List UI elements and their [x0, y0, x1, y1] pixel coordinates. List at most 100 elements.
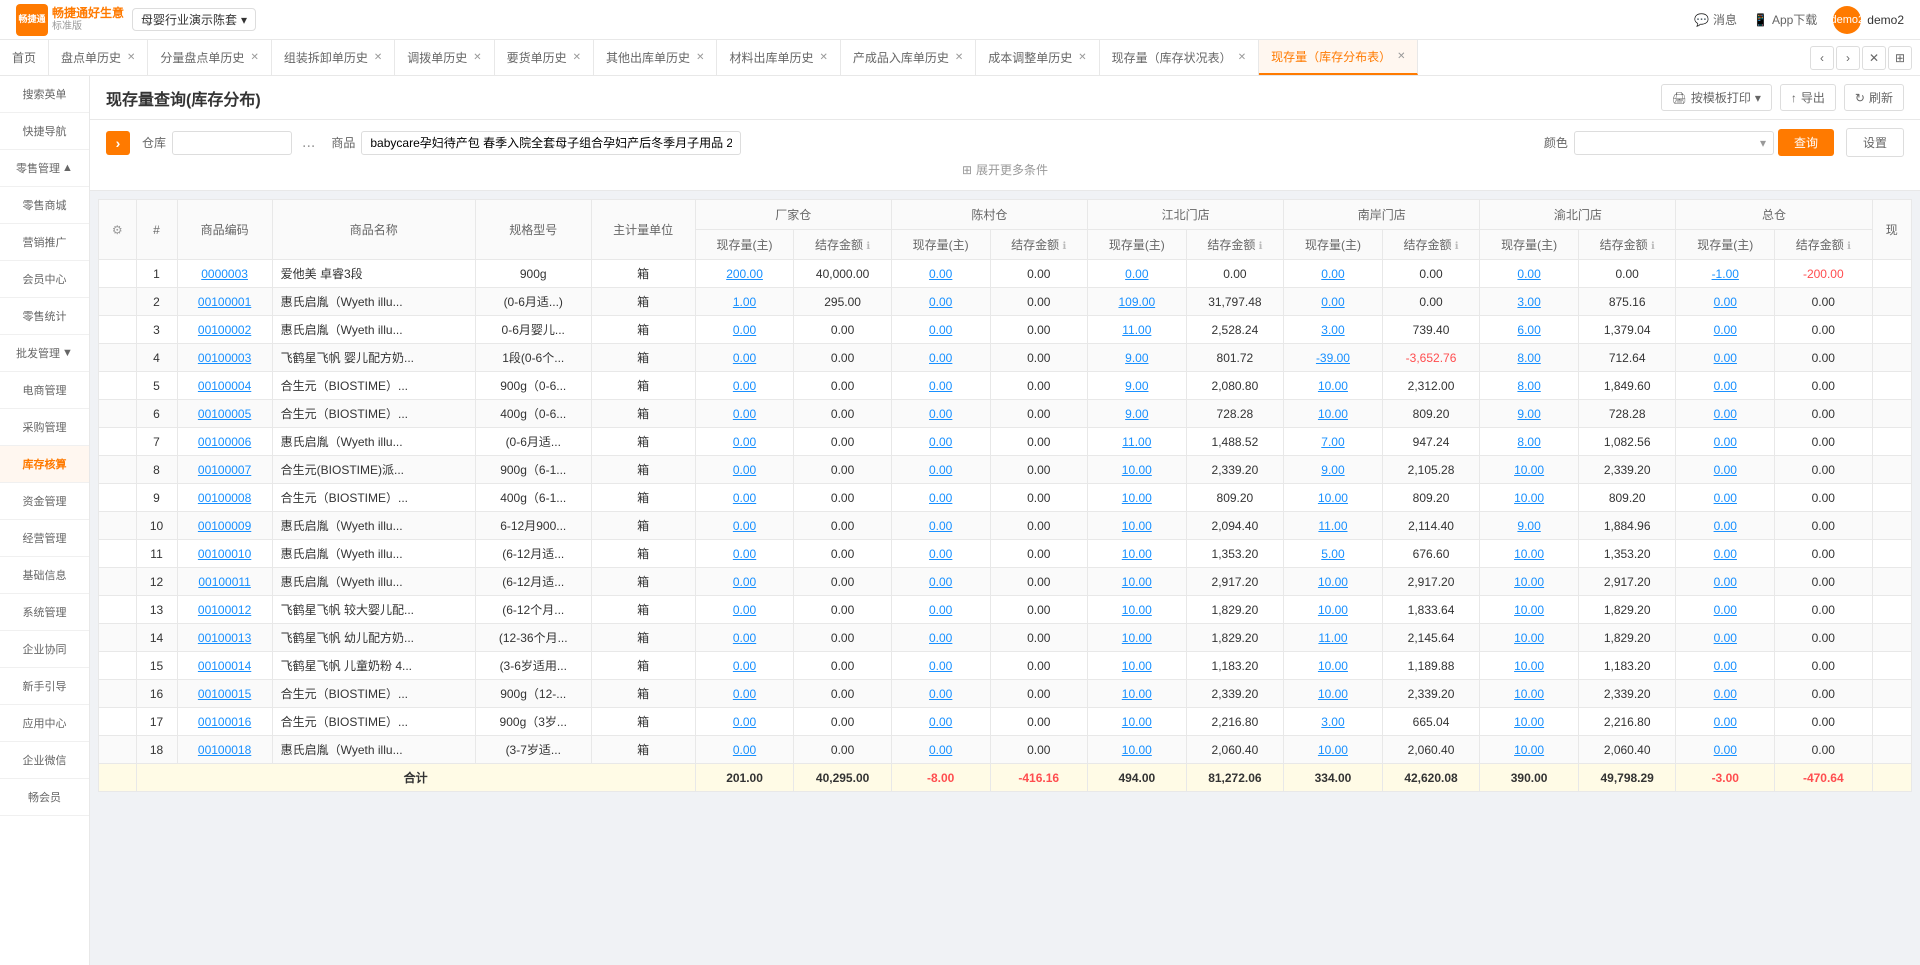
sidebar-item-member[interactable]: 会员中心 [0, 261, 89, 298]
sidebar-item-wholesale[interactable]: 批发管理 ▼ [0, 335, 89, 372]
color-filter: 颜色 ▾ [1544, 131, 1766, 155]
tab-cost-adjust[interactable]: 成本调整单历史 ✕ [976, 40, 1099, 75]
username-label: demo2 [1867, 13, 1904, 27]
sidebar-item-finance[interactable]: 资金管理 [0, 483, 89, 520]
tab-inventory-status[interactable]: 现存量（库存状况表） ✕ [1100, 40, 1259, 75]
tab-close-inv-dist[interactable]: ✕ [1397, 51, 1405, 62]
tab-close-cost[interactable]: ✕ [1078, 52, 1086, 63]
sidebar-item-quick-nav[interactable]: 快捷导航 [0, 113, 89, 150]
refresh-icon: ↻ [1855, 91, 1865, 105]
export-btn[interactable]: ↑ 导出 [1780, 84, 1836, 111]
message-btn[interactable]: 💬 消息 [1694, 11, 1737, 28]
sidebar-item-retail-stats[interactable]: 零售统计 [0, 298, 89, 335]
tab-close-transfer[interactable]: ✕ [473, 52, 481, 63]
tab-next-btn[interactable]: › [1836, 46, 1860, 70]
tab-close-goods[interactable]: ✕ [573, 52, 581, 63]
tab-close-material[interactable]: ✕ [819, 52, 827, 63]
sidebar-item-purchase[interactable]: 采购管理 [0, 409, 89, 446]
goods-input[interactable] [361, 131, 741, 155]
tab-stocktake-single[interactable]: 盘点单历史 ✕ [49, 40, 148, 75]
col-settings[interactable]: ⚙ [99, 200, 137, 260]
settings-btn[interactable]: 设置 [1846, 128, 1904, 157]
table-row: 16 00100015 合生元（BIOSTIME）... 900g（12-...… [99, 680, 1912, 708]
sidebar-item-ops[interactable]: 经营管理 [0, 520, 89, 557]
table-row: 15 00100014 飞鹤星飞帆 儿童奶粉 4... (3-6岁适用... 箱… [99, 652, 1912, 680]
industry-select[interactable]: 母婴行业演示陈套 ▾ [132, 8, 256, 31]
warehouse-dots-btn[interactable]: ... [298, 134, 319, 152]
sidebar-item-ecom[interactable]: 电商管理 [0, 372, 89, 409]
table-row: 8 00100007 合生元(BIOSTIME)派... 900g（6-1...… [99, 456, 1912, 484]
factory-amt-header: 结存金额 ℹ [794, 230, 892, 260]
tab-inventory-dist[interactable]: 现存量（库存分布表） ✕ [1259, 40, 1418, 75]
sidebar-item-marketing[interactable]: 营销推广 [0, 224, 89, 261]
tab-goods-request[interactable]: 要货单历史 ✕ [495, 40, 594, 75]
sidebar-item-corp-wechat[interactable]: 企业微信 [0, 742, 89, 779]
sidebar-item-basic-info[interactable]: 基础信息 [0, 557, 89, 594]
warehouse-input[interactable] [172, 131, 292, 155]
col-nanan-header: 南岸门店 [1284, 200, 1480, 230]
col-jiangbei-header: 江北门店 [1088, 200, 1284, 230]
col-factory-header: 厂家仓 [695, 200, 891, 230]
data-table: ⚙ # 商品编码 商品名称 规格型号 主计量单位 厂家仓 陈村仓 江北门店 南岸… [98, 199, 1912, 792]
expand-more-icon: ⊞ [962, 163, 972, 177]
tab-expand-btn[interactable]: ⊞ [1888, 46, 1912, 70]
color-input[interactable] [1574, 131, 1774, 155]
col-unit-header: 主计量单位 [591, 200, 695, 260]
sidebar-item-corp-collab[interactable]: 企业协同 [0, 631, 89, 668]
table-area[interactable]: ⚙ # 商品编码 商品名称 规格型号 主计量单位 厂家仓 陈村仓 江北门店 南岸… [90, 191, 1920, 965]
total-amt-header: 结存金额 ℹ [1775, 230, 1873, 260]
chenlin-amt-header: 结存金额 ℹ [990, 230, 1088, 260]
page-title: 现存量查询(库存分布) [106, 86, 261, 110]
table-row: 6 00100005 合生元（BIOSTIME）... 400g（0-6... … [99, 400, 1912, 428]
logo-icon: 畅捷通 [16, 4, 48, 36]
tab-close-finished[interactable]: ✕ [955, 52, 963, 63]
tabs-bar: 首页 盘点单历史 ✕ 分量盘点单历史 ✕ 组装拆卸单历史 ✕ 调拨单历史 ✕ 要… [0, 40, 1920, 76]
chenlin-inv-header: 现存量(主) [891, 230, 990, 260]
tab-material-outbound[interactable]: 材料出库单历史 ✕ [717, 40, 840, 75]
table-row: 12 00100011 惠氏启胤（Wyeth illu... (6-12月适..… [99, 568, 1912, 596]
expand-more-btn[interactable]: ⊞ 展开更多条件 [106, 157, 1904, 182]
tab-assemble[interactable]: 组装拆卸单历史 ✕ [272, 40, 395, 75]
tab-close-other[interactable]: ✕ [696, 52, 704, 63]
print-btn[interactable]: 🖨 按模板打印 ▾ [1661, 84, 1772, 111]
sidebar-item-app-center[interactable]: 应用中心 [0, 705, 89, 742]
table-row: 5 00100004 合生元（BIOSTIME）... 900g（0-6... … [99, 372, 1912, 400]
sidebar-item-retail-mgmt[interactable]: 零售管理 ▲ [0, 150, 89, 187]
sidebar-item-sys[interactable]: 系统管理 [0, 594, 89, 631]
sidebar-item-fan-member[interactable]: 畅会员 [0, 779, 89, 816]
tab-finished-inbound[interactable]: 产成品入库单历史 ✕ [841, 40, 976, 75]
tab-home[interactable]: 首页 [0, 40, 49, 75]
table-row: 14 00100013 飞鹤星飞帆 幼儿配方奶... (12-36个月... 箱… [99, 624, 1912, 652]
top-bar-right: 💬 消息 📱 App下载 demo2 demo2 [1694, 6, 1904, 34]
table-row: 11 00100010 惠氏启胤（Wyeth illu... (6-12月适..… [99, 540, 1912, 568]
table-row: 17 00100016 合生元（BIOSTIME）... 900g（3岁... … [99, 708, 1912, 736]
col-index-header: # [136, 200, 177, 260]
sidebar-item-search-hero[interactable]: 搜索英单 [0, 76, 89, 113]
tab-close-stocktake[interactable]: ✕ [127, 52, 135, 63]
tab-close-dist[interactable]: ✕ [250, 52, 258, 63]
tab-prev-btn[interactable]: ‹ [1810, 46, 1834, 70]
sidebar-item-inventory[interactable]: 库存核算 [0, 446, 89, 483]
sidebar-item-new-guide[interactable]: 新手引导 [0, 668, 89, 705]
tab-close-assemble[interactable]: ✕ [374, 52, 382, 63]
jiangbei-amt-header: 结存金额 ℹ [1186, 230, 1284, 260]
app-download-btn[interactable]: 📱 App下载 [1753, 11, 1817, 28]
query-btn[interactable]: 查询 [1778, 129, 1834, 156]
chevron-up-icon: ▲ [62, 162, 73, 174]
tab-close-status[interactable]: ✕ [1238, 52, 1246, 63]
user-profile[interactable]: demo2 demo2 [1833, 6, 1904, 34]
table-row: 2 00100001 惠氏启胤（Wyeth illu... (0-6月适...)… [99, 288, 1912, 316]
logo-area: 畅捷通 畅捷通好生意 标准版 [16, 4, 124, 36]
tab-close-all-btn[interactable]: ✕ [1862, 46, 1886, 70]
page-header: 现存量查询(库存分布) 🖨 按模板打印 ▾ ↑ 导出 ↻ 刷新 [90, 76, 1920, 120]
total-row: 合计 201.00 40,295.00 -8.00 -416.16 494.00… [99, 764, 1912, 792]
tab-transfer[interactable]: 调拨单历史 ✕ [395, 40, 494, 75]
chevron-down-icon: ▾ [241, 13, 247, 27]
tab-stocktake-dist[interactable]: 分量盘点单历史 ✕ [148, 40, 271, 75]
total-inv-header: 现存量(主) [1676, 230, 1775, 260]
refresh-btn[interactable]: ↻ 刷新 [1844, 84, 1904, 111]
sidebar-item-retail-mall[interactable]: 零售商城 [0, 187, 89, 224]
tab-other-outbound[interactable]: 其他出库单历史 ✕ [594, 40, 717, 75]
phone-icon: 📱 [1753, 13, 1768, 27]
expand-filter-btn[interactable]: › [106, 131, 130, 155]
